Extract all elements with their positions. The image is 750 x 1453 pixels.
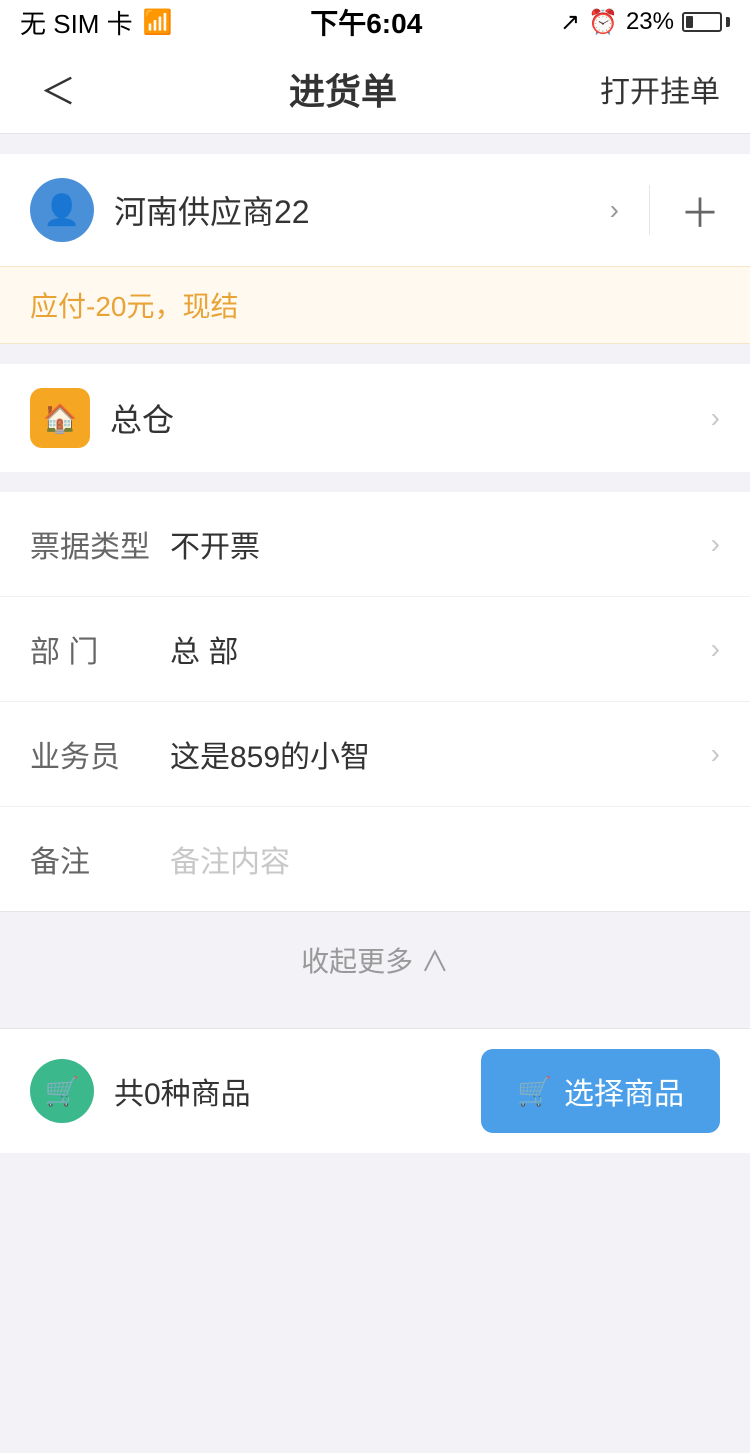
vertical-divider (649, 185, 650, 235)
supplier-chevron-icon: › (610, 194, 619, 226)
collapse-row[interactable]: 收起更多 ∧ (0, 911, 750, 1008)
warehouse-section: 🏠 总仓 › (0, 364, 750, 472)
bottom-bar: 🛒 共0种商品 🛒 选择商品 (0, 1028, 750, 1153)
cart-icon: 🛒 (45, 1075, 80, 1108)
supplier-avatar: 👤 (30, 178, 94, 242)
location-icon: ↗ (560, 8, 580, 37)
section-gap-2 (0, 344, 750, 364)
avatar-icon: 👤 (43, 193, 80, 228)
section-gap-3 (0, 1008, 750, 1028)
product-count-label: 共0种商品 (114, 1069, 481, 1113)
remark-row[interactable]: 备注 备注内容 (0, 807, 750, 911)
ticket-type-row[interactable]: 票据类型 不开票 › (0, 492, 750, 597)
carrier-label: 无 SIM 卡 (20, 4, 133, 41)
department-label: 部 门 (30, 627, 160, 671)
status-time: 下午6:04 (310, 2, 422, 42)
supplier-name: 河南供应商22 (114, 187, 610, 233)
salesperson-row[interactable]: 业务员 这是859的小智 › (0, 702, 750, 807)
background-fill (0, 1153, 750, 1453)
notice-banner: 应付-20元，现结 (0, 266, 750, 344)
status-right: ↗ ⏰ 23% (560, 8, 730, 37)
remark-placeholder[interactable]: 备注内容 (170, 837, 720, 881)
warehouse-row[interactable]: 🏠 总仓 › (0, 364, 750, 472)
product-icon-wrap: 🛒 (30, 1059, 94, 1123)
warehouse-chevron-icon: › (711, 402, 720, 434)
add-button[interactable]: ＋ (680, 181, 720, 239)
department-chevron-icon: › (711, 633, 720, 665)
alarm-icon: ⏰ (588, 8, 618, 37)
ticket-type-value: 不开票 (170, 522, 711, 566)
battery-indicator (682, 12, 730, 32)
salesperson-value: 这是859的小智 (170, 732, 711, 776)
back-button[interactable]: ＜ (30, 53, 86, 125)
open-pending-button[interactable]: 打开挂单 (600, 67, 720, 111)
nav-bar: ＜ 进货单 打开挂单 (0, 44, 750, 134)
select-cart-icon: 🛒 (517, 1075, 552, 1108)
notice-text: 应付-20元，现结 (30, 291, 238, 322)
status-bar: 无 SIM 卡 📶 下午6:04 ↗ ⏰ 23% (0, 0, 750, 44)
warehouse-icon: 🏠 (30, 388, 90, 448)
ticket-type-chevron-icon: › (711, 528, 720, 560)
collapse-label: 收起更多 ∧ (301, 940, 449, 980)
warehouse-name: 总仓 (110, 395, 711, 441)
department-value: 总 部 (170, 627, 711, 671)
remark-label: 备注 (30, 837, 160, 881)
salesperson-chevron-icon: › (711, 738, 720, 770)
select-product-button[interactable]: 🛒 选择商品 (481, 1049, 720, 1133)
section-gap-1 (0, 134, 750, 154)
supplier-row[interactable]: 👤 河南供应商22 › ＋ (0, 154, 750, 266)
home-icon: 🏠 (43, 402, 78, 435)
form-section: 票据类型 不开票 › 部 门 总 部 › 业务员 这是859的小智 › 备注 备… (0, 492, 750, 911)
status-left: 无 SIM 卡 📶 (20, 4, 173, 41)
department-row[interactable]: 部 门 总 部 › (0, 597, 750, 702)
select-product-label: 选择商品 (564, 1069, 684, 1113)
salesperson-label: 业务员 (30, 732, 160, 776)
ticket-type-label: 票据类型 (30, 522, 160, 566)
battery-percent: 23% (626, 8, 674, 36)
supplier-section: 👤 河南供应商22 › ＋ 应付-20元，现结 (0, 154, 750, 344)
wifi-icon: 📶 (143, 8, 173, 37)
page-title: 进货单 (289, 63, 397, 115)
